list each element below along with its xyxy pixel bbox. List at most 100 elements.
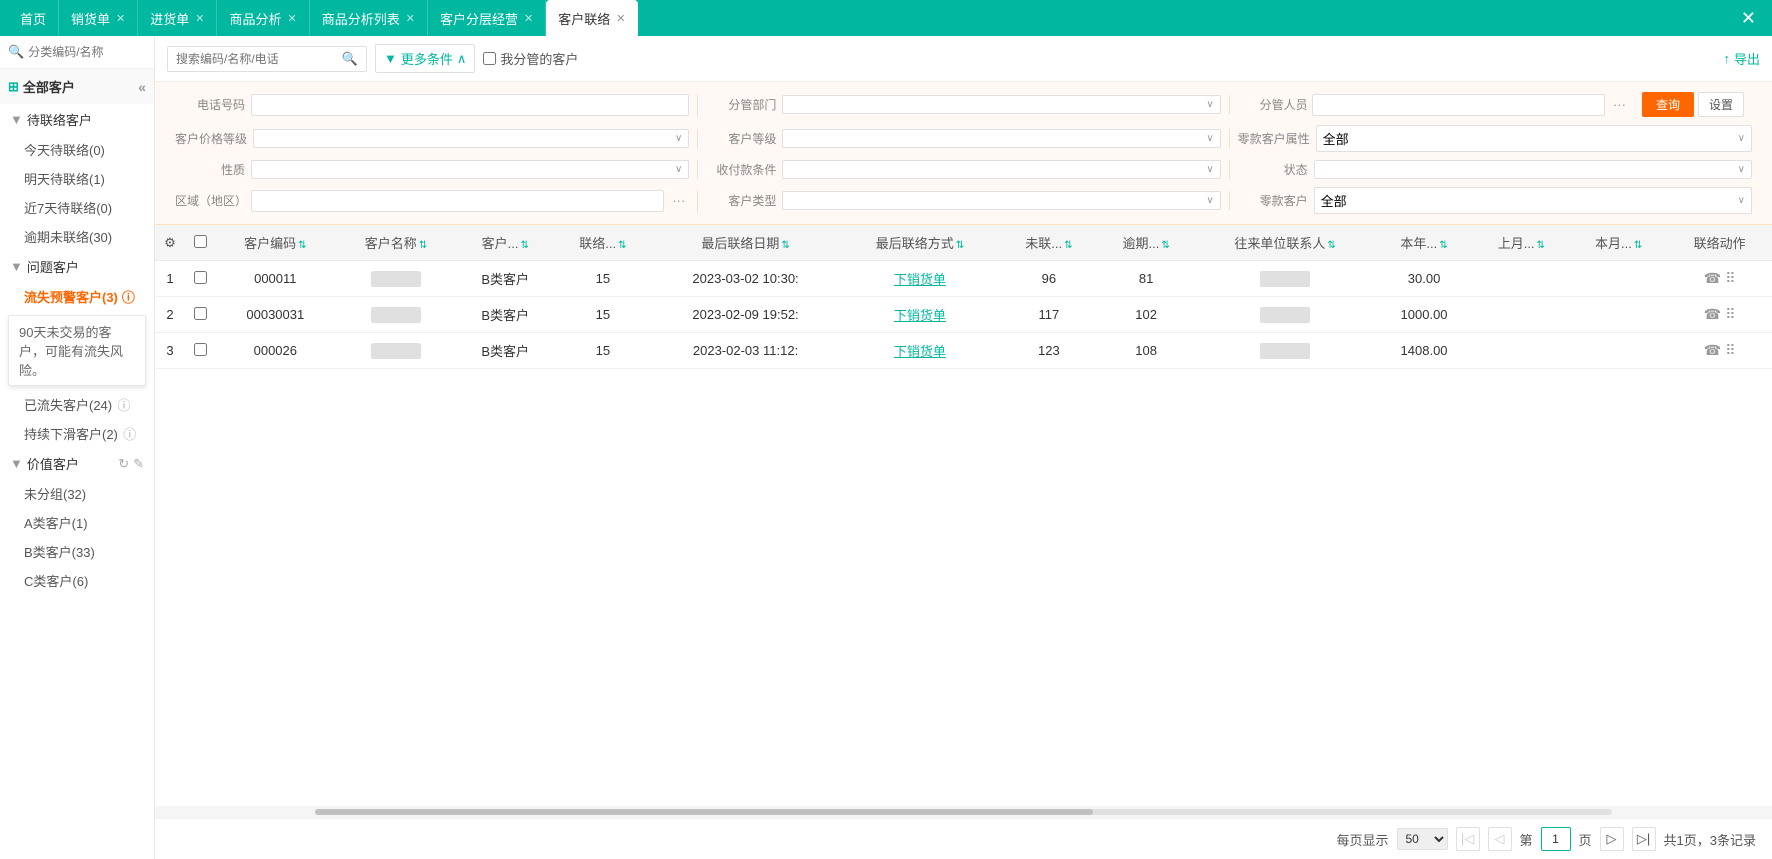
- horizontal-scrollbar[interactable]: [155, 806, 1772, 818]
- settings-button[interactable]: 设置: [1698, 92, 1744, 117]
- region-input[interactable]: [251, 190, 664, 212]
- sidebar-group-pending-title[interactable]: ▼ 待联络客户: [0, 104, 154, 135]
- sort-icon[interactable]: ⇅: [1064, 240, 1072, 251]
- sort-icon[interactable]: ⇅: [1327, 240, 1335, 251]
- sidebar-root[interactable]: ⊞ 全部客户 «: [0, 69, 154, 104]
- sort-icon[interactable]: ⇅: [1634, 240, 1642, 251]
- sort-icon[interactable]: ⇅: [1161, 240, 1169, 251]
- my-customers-checkbox[interactable]: [483, 52, 496, 65]
- tab-sales[interactable]: 销货单 ✕: [59, 0, 138, 36]
- export-button[interactable]: ↑ 导出: [1723, 49, 1760, 68]
- th-check[interactable]: [185, 225, 215, 261]
- status-select[interactable]: ∨: [1314, 160, 1752, 179]
- nature-select[interactable]: ∨: [251, 160, 689, 179]
- last-way-link[interactable]: 下销货单: [894, 344, 946, 359]
- manager-input[interactable]: [1312, 94, 1605, 116]
- tab-product-analysis[interactable]: 商品分析 ✕: [217, 0, 309, 36]
- sort-icon[interactable]: ⇅: [520, 240, 528, 251]
- last-way-link[interactable]: 下销货单: [894, 308, 946, 323]
- last-page-button[interactable]: ▷|: [1632, 827, 1656, 851]
- more-icon[interactable]: ···: [668, 193, 689, 208]
- sidebar-item-class-a[interactable]: A类客户(1): [0, 508, 154, 537]
- payment-select[interactable]: ∨: [782, 160, 1220, 179]
- sidebar-item-today[interactable]: 今天待联络(0): [0, 135, 154, 164]
- more-conditions-button[interactable]: ▼ 更多条件 ∧: [375, 44, 475, 73]
- sort-icon[interactable]: ⇅: [298, 240, 306, 251]
- row-checkbox[interactable]: [194, 343, 207, 356]
- dept-select[interactable]: ∨: [782, 95, 1220, 114]
- query-button[interactable]: 查询: [1642, 92, 1694, 117]
- sort-icon[interactable]: ⇅: [618, 240, 626, 251]
- th-settings[interactable]: ⚙: [155, 225, 185, 261]
- sidebar-item-churn-warning[interactable]: 流失预警客户(3) ⓘ: [0, 282, 154, 311]
- tab-home[interactable]: 首页: [8, 0, 59, 36]
- sort-icon[interactable]: ⇅: [781, 240, 789, 251]
- close-icon[interactable]: ✕: [195, 12, 204, 25]
- sort-icon[interactable]: ⇅: [956, 240, 964, 251]
- customer-type-select[interactable]: ∨: [782, 191, 1220, 210]
- close-icon[interactable]: ✕: [288, 12, 297, 25]
- per-page-select[interactable]: 50 100: [1397, 828, 1448, 850]
- row-check[interactable]: [185, 261, 215, 297]
- sidebar-item-overdue[interactable]: 逾期未联络(30): [0, 222, 154, 251]
- more-actions-icon[interactable]: ⠿: [1725, 306, 1735, 323]
- select-all-checkbox[interactable]: [194, 235, 207, 248]
- zero-customer-select[interactable]: 全部 ∨: [1314, 187, 1752, 214]
- row-last-way[interactable]: 下销货单: [840, 297, 1001, 333]
- customer-level-select[interactable]: ∨: [782, 129, 1220, 148]
- close-icon[interactable]: ✕: [524, 12, 533, 25]
- search-icon[interactable]: 🔍: [342, 51, 358, 67]
- contact-icon[interactable]: ☎: [1704, 342, 1721, 359]
- sidebar-group-problem-title[interactable]: ▼ 问题客户: [0, 251, 154, 282]
- tab-product-analysis-list[interactable]: 商品分析列表 ✕: [310, 0, 428, 36]
- row-this-month: [1570, 333, 1667, 369]
- edit-icon[interactable]: ✎: [133, 456, 144, 472]
- close-icon[interactable]: ✕: [116, 12, 125, 25]
- close-icon[interactable]: ✕: [616, 12, 625, 25]
- chevron-down-icon: ∨: [1206, 99, 1213, 110]
- row-last-way[interactable]: 下销货单: [840, 261, 1001, 297]
- row-last-way[interactable]: 下销货单: [840, 333, 1001, 369]
- first-page-button[interactable]: |◁: [1456, 827, 1480, 851]
- refresh-icon[interactable]: ↻: [118, 456, 129, 472]
- sidebar-item-declining[interactable]: 持续下滑客户(2) ⓘ: [0, 419, 154, 448]
- sidebar-item-class-b[interactable]: B类客户(33): [0, 537, 154, 566]
- row-check[interactable]: [185, 297, 215, 333]
- close-icon[interactable]: ✕: [406, 12, 415, 25]
- close-all-button[interactable]: ✕: [1733, 8, 1764, 29]
- tab-customer-contact[interactable]: 客户联络 ✕: [546, 0, 638, 36]
- filter-row-4: 区域（地区） ··· 客户类型 ∨ 零款客户 全部 ∨: [167, 187, 1760, 214]
- sidebar-collapse-icon[interactable]: «: [138, 79, 146, 95]
- row-checkbox[interactable]: [194, 307, 207, 320]
- contact-icon[interactable]: ☎: [1704, 306, 1721, 323]
- scrollbar-track[interactable]: [315, 809, 1612, 815]
- zero-attr-select[interactable]: 全部 ∨: [1316, 125, 1752, 152]
- tab-purchase[interactable]: 进货单 ✕: [138, 0, 217, 36]
- filter-status: 状态 ∨: [1230, 160, 1760, 179]
- filter-search-box: 🔍: [167, 46, 367, 72]
- more-actions-icon[interactable]: ⠿: [1725, 342, 1735, 359]
- sidebar-item-churned[interactable]: 已流失客户(24) ⓘ: [0, 390, 154, 419]
- sidebar-group-value-title[interactable]: ▼ 价值客户 ↻ ✎: [0, 448, 154, 479]
- prev-page-button[interactable]: ◁: [1488, 827, 1512, 851]
- sidebar-item-7days[interactable]: 近7天待联络(0): [0, 193, 154, 222]
- row-checkbox[interactable]: [194, 271, 207, 284]
- sidebar-item-tomorrow[interactable]: 明天待联络(1): [0, 164, 154, 193]
- tab-customer-tier[interactable]: 客户分层经营 ✕: [428, 0, 546, 36]
- search-input[interactable]: [176, 52, 338, 66]
- scrollbar-thumb[interactable]: [315, 809, 1093, 815]
- phone-input[interactable]: [251, 94, 689, 116]
- sort-icon[interactable]: ⇅: [1439, 240, 1447, 251]
- row-check[interactable]: [185, 333, 215, 369]
- sidebar-search-input[interactable]: [28, 45, 146, 59]
- sort-icon[interactable]: ⇅: [1537, 240, 1545, 251]
- sort-icon[interactable]: ⇅: [419, 240, 427, 251]
- last-way-link[interactable]: 下销货单: [894, 272, 946, 287]
- price-level-select[interactable]: ∨: [253, 129, 689, 148]
- sidebar-item-class-c[interactable]: C类客户(6): [0, 566, 154, 595]
- more-actions-icon[interactable]: ⠿: [1725, 270, 1735, 287]
- more-icon[interactable]: ···: [1609, 97, 1630, 112]
- contact-icon[interactable]: ☎: [1704, 270, 1721, 287]
- sidebar-item-ungrouped[interactable]: 未分组(32): [0, 479, 154, 508]
- next-page-button[interactable]: ▷: [1600, 827, 1624, 851]
